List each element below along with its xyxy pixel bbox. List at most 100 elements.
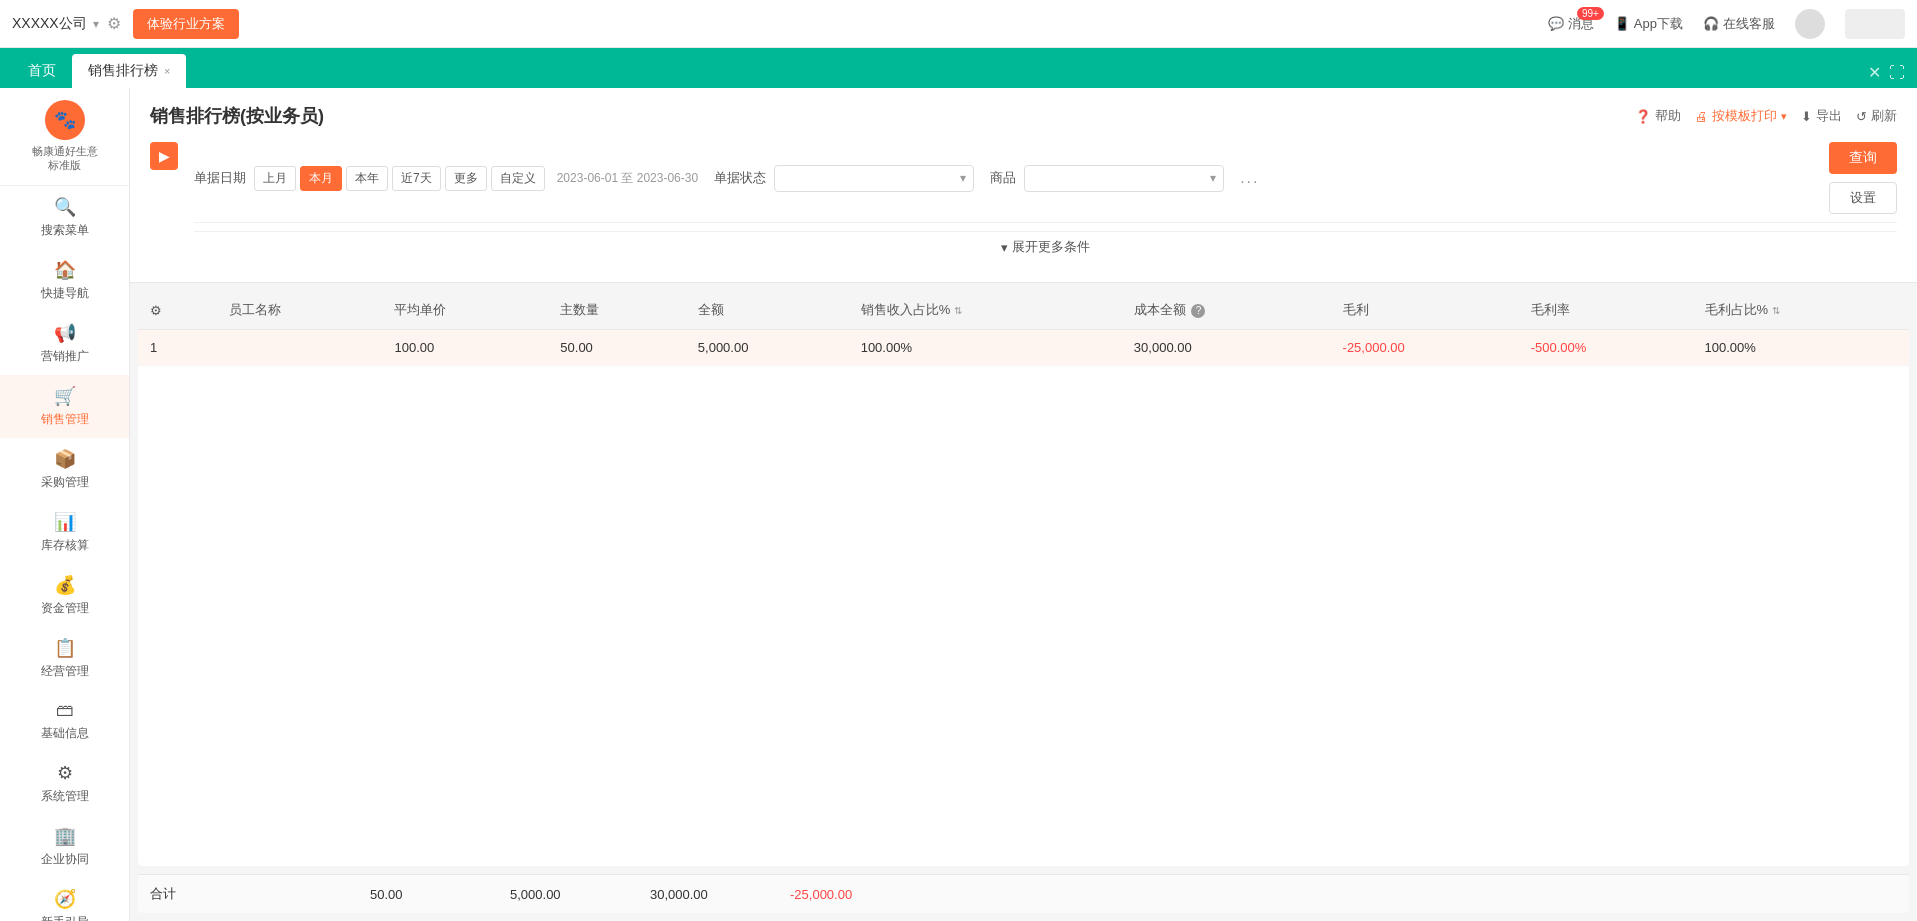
table-container: ⚙ 员工名称 平均单价 主数量 全额 销售收入占比% ⇅ 成本全额 ? 毛利 [138,291,1909,866]
headset-icon: 🎧 [1703,16,1719,31]
footer-amount: 5,000.00 [510,887,590,902]
status-select[interactable] [774,165,974,192]
sidebar-item-quick-nav[interactable]: 🏠 快捷导航 [0,249,129,312]
col-profit-rate: 毛利率 [1519,291,1693,330]
sidebar-item-basic-info[interactable]: 🗃 基础信息 [0,690,129,752]
settings-icon[interactable]: ⚙ [107,14,121,33]
app-download-label: App下载 [1634,15,1683,33]
system-icon: ⚙ [57,762,73,784]
close-window-icon[interactable]: ✕ [1868,63,1881,82]
goods-filter: 商品 [990,165,1224,192]
logo-sub: 标准版 [32,158,98,172]
col-amount: 全额 [686,291,849,330]
page-title-row: 销售排行榜(按业务员) ❓ 帮助 🖨 按模板打印 ▾ ⬇ 导出 [150,104,1897,128]
expand-row: ▾ 展开更多条件 [194,222,1897,270]
template-print-label: 按模板打印 [1712,107,1777,125]
online-service-item[interactable]: 🎧 在线客服 [1703,15,1775,33]
footer-cost: 30,000.00 [650,887,730,902]
top-header: XXXXX公司 ▾ ⚙ 体验行业方案 💬 消息 99+ 📱 App下载 🎧 在线… [0,0,1917,48]
sidebar-item-search-order[interactable]: 🔍 搜索菜单 [0,186,129,249]
sidebar-item-marketing[interactable]: 📢 营销推广 [0,312,129,375]
footer-qty: 50.00 [370,887,450,902]
date-btn-custom[interactable]: 自定义 [491,166,545,191]
inventory-icon: 📊 [54,511,76,533]
expand-label: 展开更多条件 [1012,238,1090,256]
date-btn-this-month[interactable]: 本月 [300,166,342,191]
sidebar-item-purchase[interactable]: 📦 采购管理 [0,438,129,501]
logo-text: 畅康通好生意 标准版 [32,144,98,173]
date-btn-7days[interactable]: 近7天 [392,166,441,191]
table-cell: 5,000.00 [686,330,849,366]
sidebar-item-operations[interactable]: 📋 经营管理 [0,627,129,690]
sidebar-label-purchase: 采购管理 [41,474,89,491]
table-cell: 100.00% [1693,330,1910,366]
col-sales-pct[interactable]: 销售收入占比% ⇅ [849,291,1122,330]
filter-toggle-btn[interactable]: ▶ [150,142,178,170]
sidebar-item-inventory[interactable]: 📊 库存核算 [0,501,129,564]
sidebar-label-search: 搜索菜单 [41,222,89,239]
sales-ranking-tab-label: 销售排行榜 [88,62,158,80]
page-header: 销售排行榜(按业务员) ❓ 帮助 🖨 按模板打印 ▾ ⬇ 导出 [130,88,1917,283]
footer-profit: -25,000.00 [790,887,870,902]
query-button[interactable]: 查询 [1829,142,1897,174]
company-chevron-icon: ▾ [93,17,99,31]
basic-info-icon: 🗃 [56,700,74,721]
settings-button[interactable]: 设置 [1829,182,1897,214]
print-chevron-icon: ▾ [1781,110,1787,123]
sidebar-item-system[interactable]: ⚙ 系统管理 [0,752,129,815]
message-icon: 💬 [1548,16,1564,31]
maximize-icon[interactable]: ⛶ [1889,64,1905,82]
help-icon: ❓ [1635,109,1651,124]
tab-home[interactable]: 首页 [12,54,72,88]
sidebar-item-finance[interactable]: 💰 资金管理 [0,564,129,627]
tab-actions: ✕ ⛶ [1868,63,1905,88]
goods-select[interactable] [1024,165,1224,192]
rank-settings-icon[interactable]: ⚙ [150,303,162,318]
tab-sales-ranking[interactable]: 销售排行榜 × [72,54,186,88]
sidebar-label-finance: 资金管理 [41,600,89,617]
company-selector[interactable]: XXXXX公司 ▾ [12,15,99,33]
sidebar-item-guide[interactable]: 🧭 新手引导 [0,878,129,921]
sidebar-label-system: 系统管理 [41,788,89,805]
col-name: 员工名称 [217,291,383,330]
company-name: XXXXX公司 [12,15,87,33]
cost-info-icon[interactable]: ? [1191,304,1205,318]
close-tab-icon[interactable]: × [164,65,170,77]
logo-icon: 🐾 [45,100,85,140]
template-print-btn[interactable]: 🖨 按模板打印 ▾ [1695,107,1787,125]
expand-btn[interactable]: ▾ 展开更多条件 [194,231,1897,262]
col-profit-pct[interactable]: 毛利占比% ⇅ [1693,291,1910,330]
message-badge[interactable]: 💬 消息 99+ [1548,15,1594,33]
content-area: 销售排行榜(按业务员) ❓ 帮助 🖨 按模板打印 ▾ ⬇ 导出 [130,88,1917,921]
table-cell: 100.00% [849,330,1122,366]
enterprise-icon: 🏢 [54,825,76,847]
app-download-item[interactable]: 📱 App下载 [1614,15,1683,33]
sort-sales-pct-icon: ⇅ [954,305,962,316]
chevron-down-icon: ▾ [1001,240,1008,255]
table-cell: 1 [138,330,217,366]
header-right: 💬 消息 99+ 📱 App下载 🎧 在线客服 [1548,9,1905,39]
username-display [1845,9,1905,39]
status-select-wrapper [774,165,974,192]
sidebar-item-sales[interactable]: 🛒 销售管理 [0,375,129,438]
avatar[interactable] [1795,9,1825,39]
date-btn-this-year[interactable]: 本年 [346,166,388,191]
table-cell: 30,000.00 [1122,330,1331,366]
date-btn-last-month[interactable]: 上月 [254,166,296,191]
sidebar-item-enterprise[interactable]: 🏢 企业协同 [0,815,129,878]
refresh-label: 刷新 [1871,107,1897,125]
date-filter: 单据日期 上月 本月 本年 近7天 更多 自定义 2023-06-01 至 20… [194,166,698,191]
refresh-btn[interactable]: ↺ 刷新 [1856,107,1897,125]
col-cost: 成本全额 ? [1122,291,1331,330]
help-btn[interactable]: ❓ 帮助 [1635,107,1681,125]
more-filters-dots[interactable]: ... [1240,169,1259,187]
table-cell: -25,000.00 [1331,330,1519,366]
export-btn[interactable]: ⬇ 导出 [1801,107,1842,125]
sidebar-label-basicinfo: 基础信息 [41,725,89,742]
trial-button[interactable]: 体验行业方案 [133,9,239,39]
home-tab-label: 首页 [28,62,56,80]
page-actions: ❓ 帮助 🖨 按模板打印 ▾ ⬇ 导出 ↺ 刷新 [1635,107,1897,125]
status-filter: 单据状态 [714,165,974,192]
export-icon: ⬇ [1801,109,1812,124]
date-btn-more[interactable]: 更多 [445,166,487,191]
